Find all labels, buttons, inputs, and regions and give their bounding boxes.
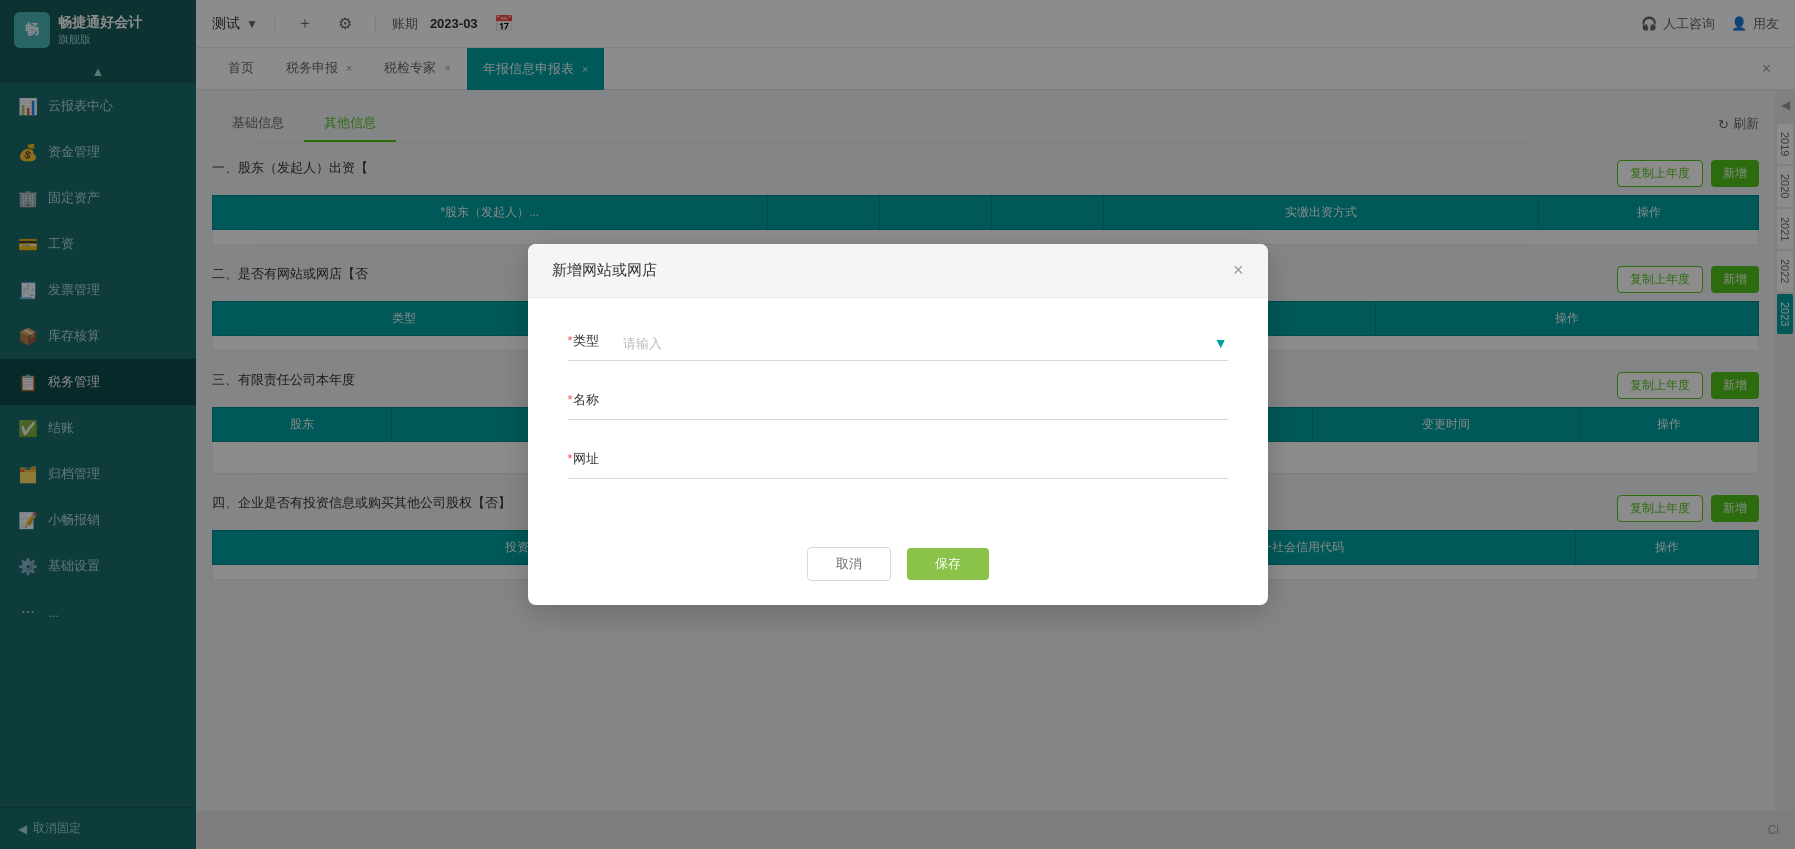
modal-close-icon[interactable]: × <box>1233 260 1244 281</box>
name-label: *名称 <box>568 391 599 409</box>
type-label: *类型 <box>568 332 599 350</box>
name-required-mark: * <box>568 392 573 407</box>
url-input[interactable] <box>623 454 1228 469</box>
type-required-mark: * <box>568 333 573 348</box>
url-required-mark: * <box>568 451 573 466</box>
name-input[interactable] <box>623 395 1228 410</box>
type-dropdown-icon[interactable]: ▼ <box>1214 335 1228 351</box>
url-input-wrapper: *网址 <box>568 444 1228 479</box>
modal-footer: 取消 保存 <box>528 531 1268 605</box>
modal-body: *类型 ▼ *名称 <box>528 298 1268 531</box>
type-input[interactable] <box>623 336 1214 351</box>
modal-title: 新增网站或网店 <box>552 261 657 280</box>
type-input-wrapper: *类型 ▼ <box>568 326 1228 361</box>
form-row-url: *网址 <box>568 444 1228 479</box>
form-row-type: *类型 ▼ <box>568 326 1228 361</box>
form-row-name: *名称 <box>568 385 1228 420</box>
modal-add-website: 新增网站或网店 × *类型 ▼ *名称 <box>528 244 1268 605</box>
modal-header: 新增网站或网店 × <box>528 244 1268 298</box>
url-label: *网址 <box>568 450 599 468</box>
cancel-button[interactable]: 取消 <box>807 547 891 581</box>
save-button[interactable]: 保存 <box>907 548 989 580</box>
name-input-wrapper: *名称 <box>568 385 1228 420</box>
modal-overlay[interactable]: 新增网站或网店 × *类型 ▼ *名称 <box>0 0 1795 849</box>
